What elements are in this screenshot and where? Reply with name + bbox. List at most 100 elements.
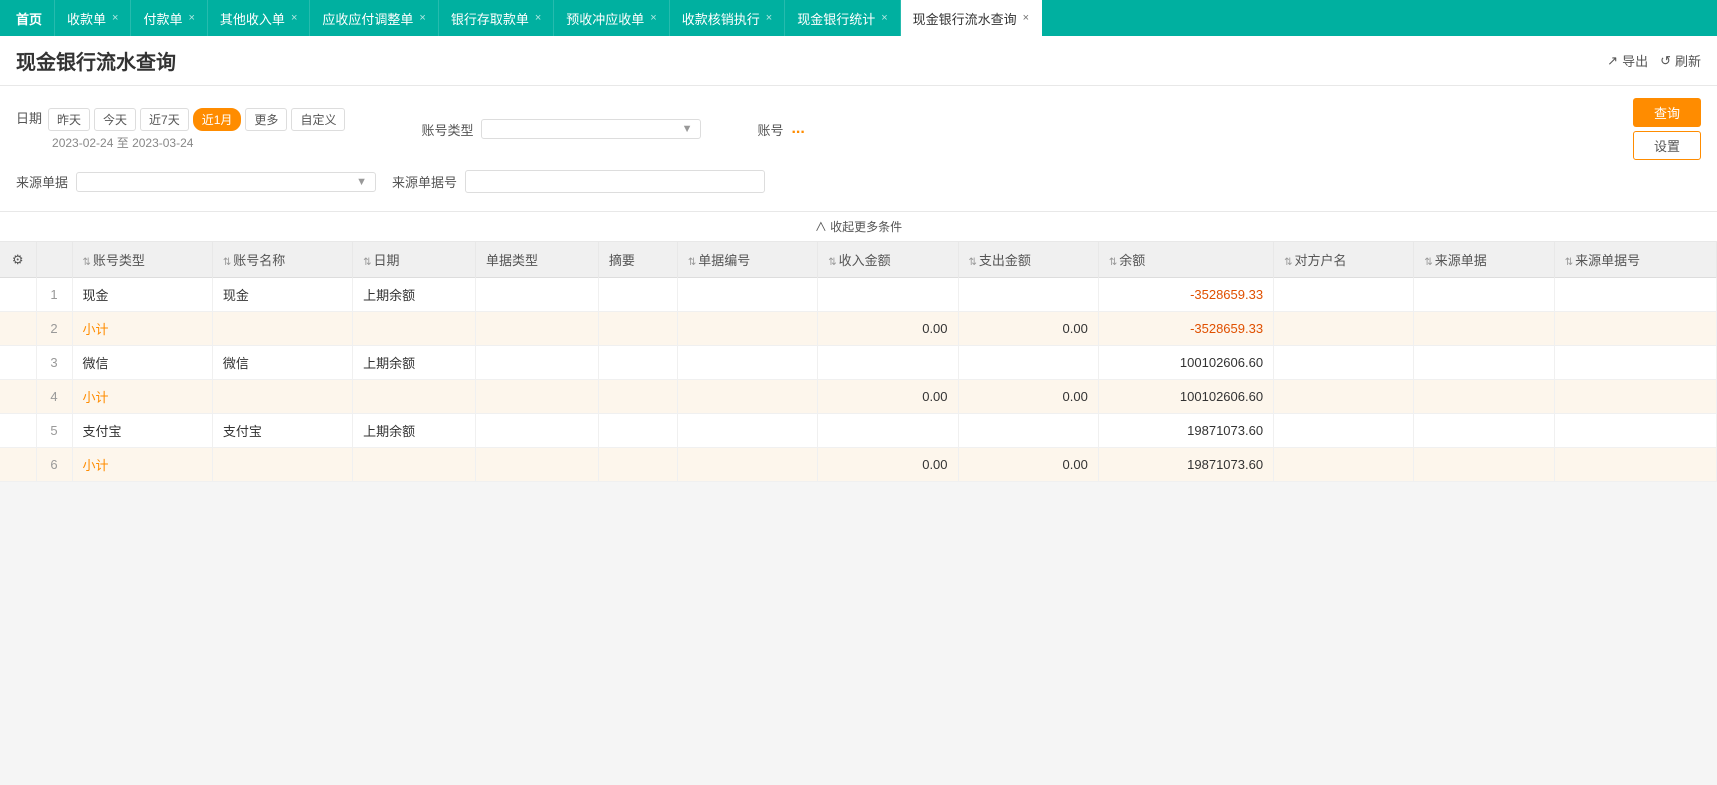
- cell-source_doc: [1414, 380, 1554, 414]
- nav-tab-收款单[interactable]: 收款单×: [55, 0, 131, 36]
- row-settings-cell: [0, 278, 36, 312]
- cell-summary: [598, 278, 677, 312]
- cell-income: 0.00: [818, 312, 958, 346]
- chevron-down-icon: ▼: [682, 123, 693, 135]
- nav-tab-现金银行统计[interactable]: 现金银行统计×: [785, 0, 900, 36]
- cell-expense: [958, 414, 1098, 448]
- nav-home[interactable]: 首页: [4, 0, 55, 36]
- sort-icon: ⇅: [223, 257, 231, 268]
- tab-close-icon[interactable]: ×: [881, 12, 887, 24]
- col-header-expense[interactable]: ⇅支出金额: [958, 242, 1098, 278]
- refresh-button[interactable]: ↺ 刷新: [1660, 51, 1701, 70]
- tab-close-icon[interactable]: ×: [1023, 12, 1029, 24]
- export-icon: ↗: [1607, 53, 1618, 69]
- nav-tab-收款核销执行[interactable]: 收款核销执行×: [670, 0, 785, 36]
- tab-close-icon[interactable]: ×: [112, 12, 118, 24]
- more-options-dots[interactable]: ...: [791, 120, 804, 138]
- date-option-昨天[interactable]: 昨天: [48, 108, 90, 131]
- row-number: 4: [36, 380, 72, 414]
- tab-close-icon[interactable]: ×: [650, 12, 656, 24]
- cell-counterparty: [1274, 448, 1414, 482]
- nav-tab-其他收入单[interactable]: 其他收入单×: [208, 0, 310, 36]
- source-doc-no-label: 来源单据号: [392, 172, 457, 191]
- sort-icon: ⇅: [83, 257, 91, 268]
- data-table: ⚙⇅账号类型⇅账号名称⇅日期单据类型摘要⇅单据编号⇅收入金额⇅支出金额⇅余额⇅对…: [0, 242, 1717, 482]
- sort-icon: ⇅: [1109, 257, 1117, 268]
- cell-source_doc: [1414, 448, 1554, 482]
- col-header-counterparty[interactable]: ⇅对方户名: [1274, 242, 1414, 278]
- nav-tab-预收冲应收单[interactable]: 预收冲应收单×: [554, 0, 669, 36]
- cell-balance: -3528659.33: [1098, 278, 1273, 312]
- date-option-更多[interactable]: 更多: [245, 108, 287, 131]
- tab-close-icon[interactable]: ×: [535, 12, 541, 24]
- cell-summary: [598, 312, 677, 346]
- query-button[interactable]: 查询: [1633, 98, 1701, 127]
- sort-icon: ⇅: [1424, 257, 1432, 268]
- nav-tab-付款单[interactable]: 付款单×: [131, 0, 207, 36]
- col-header-doc_no[interactable]: ⇅单据编号: [677, 242, 817, 278]
- cell-source_doc_no: [1554, 346, 1716, 380]
- cell-doc_type: [475, 346, 598, 380]
- collapse-bar[interactable]: ∧ 收起更多条件: [0, 212, 1717, 242]
- cell-source_doc: [1414, 312, 1554, 346]
- filter-area: 日期 昨天今天近7天近1月更多自定义 2023-02-24 至 2023-03-…: [0, 86, 1717, 212]
- sort-icon: ⇅: [363, 257, 371, 268]
- cell-balance: 19871073.60: [1098, 414, 1273, 448]
- cell-balance: 19871073.60: [1098, 448, 1273, 482]
- col-header-doc_type: 单据类型: [475, 242, 598, 278]
- source-doc-chevron-icon: ▼: [356, 176, 367, 188]
- cell-date: 上期余额: [353, 414, 476, 448]
- export-button[interactable]: ↗ 导出: [1607, 51, 1648, 70]
- source-doc-select[interactable]: ▼: [76, 172, 376, 192]
- nav-tab-银行存取款单[interactable]: 银行存取款单×: [439, 0, 554, 36]
- col-header-source_doc_no[interactable]: ⇅来源单据号: [1554, 242, 1716, 278]
- date-option-自定义[interactable]: 自定义: [291, 108, 345, 131]
- col-header-account_type[interactable]: ⇅账号类型: [72, 242, 212, 278]
- col-header-date[interactable]: ⇅日期: [353, 242, 476, 278]
- settings-gear-icon[interactable]: ⚙: [12, 252, 24, 267]
- cell-source_doc_no: [1554, 414, 1716, 448]
- collapse-icon: ∧: [815, 220, 830, 234]
- cell-account_type: 小计: [72, 448, 212, 482]
- row-number: 2: [36, 312, 72, 346]
- row-settings-cell: [0, 380, 36, 414]
- tab-close-icon[interactable]: ×: [188, 12, 194, 24]
- cell-income: [818, 414, 958, 448]
- account-type-select[interactable]: ▼: [481, 119, 701, 139]
- col-header-balance[interactable]: ⇅余额: [1098, 242, 1273, 278]
- cell-source_doc: [1414, 414, 1554, 448]
- cell-account_name: 现金: [212, 278, 352, 312]
- cell-date: [353, 380, 476, 414]
- date-option-近1月[interactable]: 近1月: [193, 108, 242, 131]
- col-header-account_name[interactable]: ⇅账号名称: [212, 242, 352, 278]
- cell-expense: 0.00: [958, 448, 1098, 482]
- refresh-icon: ↺: [1660, 53, 1671, 69]
- cell-doc_no: [677, 448, 817, 482]
- cell-expense: 0.00: [958, 312, 1098, 346]
- account-type-label: 账号类型: [421, 120, 473, 139]
- nav-tab-应收应付调整单[interactable]: 应收应付调整单×: [310, 0, 438, 36]
- col-header-source_doc[interactable]: ⇅来源单据: [1414, 242, 1554, 278]
- cell-expense: [958, 346, 1098, 380]
- source-doc-no-input[interactable]: [465, 170, 765, 193]
- cell-account_type: 支付宝: [72, 414, 212, 448]
- setting-button[interactable]: 设置: [1633, 131, 1701, 160]
- tab-close-icon[interactable]: ×: [766, 12, 772, 24]
- cell-account_name: [212, 312, 352, 346]
- cell-counterparty: [1274, 278, 1414, 312]
- date-filter-group: 日期 昨天今天近7天近1月更多自定义 2023-02-24 至 2023-03-…: [16, 108, 345, 151]
- col-header-income[interactable]: ⇅收入金额: [818, 242, 958, 278]
- cell-doc_type: [475, 380, 598, 414]
- sort-icon: ⇅: [969, 257, 977, 268]
- nav-tab-现金银行流水查询[interactable]: 现金银行流水查询×: [901, 0, 1042, 36]
- cell-expense: [958, 278, 1098, 312]
- cell-income: [818, 278, 958, 312]
- tab-close-icon[interactable]: ×: [291, 12, 297, 24]
- tab-close-icon[interactable]: ×: [419, 12, 425, 24]
- table-row: 2小计0.000.00-3528659.33: [0, 312, 1717, 346]
- date-option-今天[interactable]: 今天: [94, 108, 136, 131]
- date-option-近7天[interactable]: 近7天: [140, 108, 189, 131]
- cell-income: [818, 346, 958, 380]
- col-header-settings: ⚙: [0, 242, 36, 278]
- row-number: 3: [36, 346, 72, 380]
